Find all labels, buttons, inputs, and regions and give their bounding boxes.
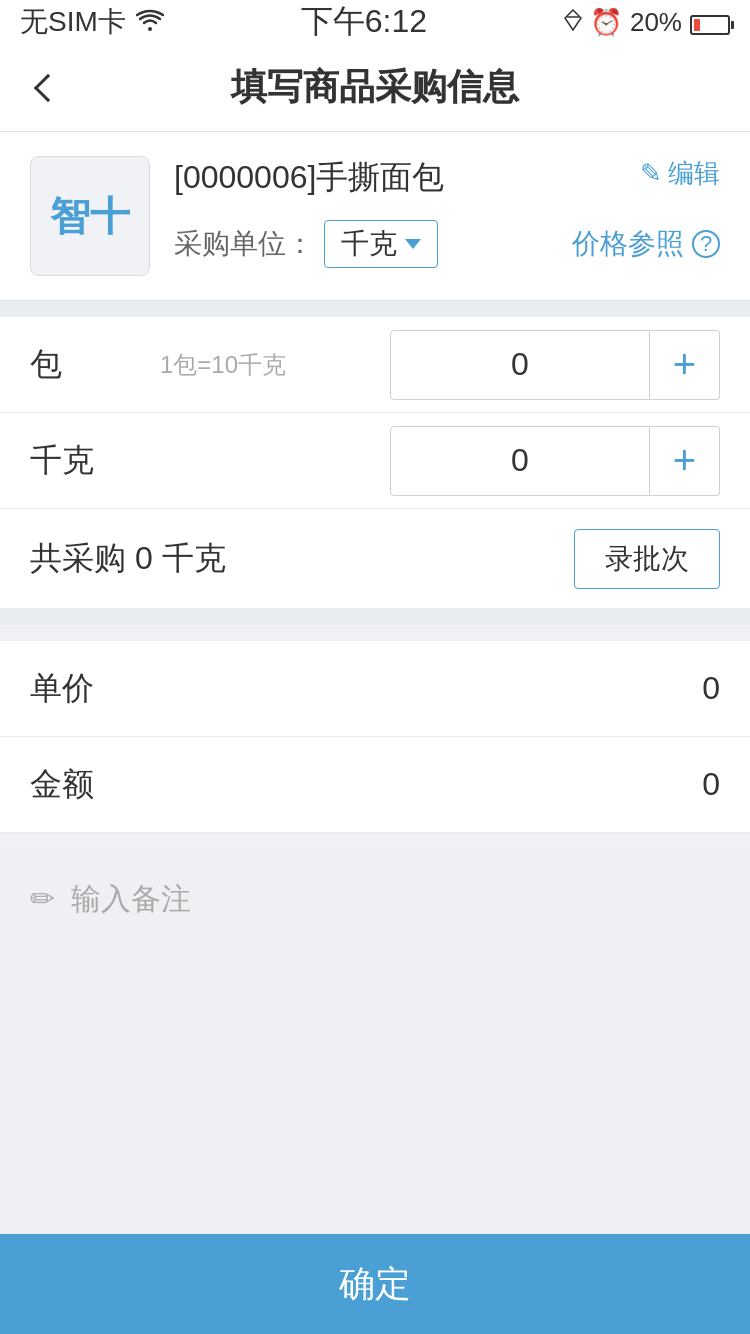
kg-input-right: 0 +	[390, 426, 720, 496]
battery-icon	[690, 7, 730, 38]
purchase-unit-row: 采购单位： 千克 价格参照 ?	[174, 220, 720, 268]
product-info: [0000006]手撕面包 ✎ 编辑 采购单位： 千克 价格参照 ?	[174, 156, 720, 268]
carrier-text: 无SIM卡	[20, 3, 126, 41]
bao-input-field[interactable]: 0	[390, 330, 650, 400]
summary-row: 共采购 0 千克 录批次	[0, 509, 750, 609]
unit-select[interactable]: 千克	[324, 220, 438, 268]
product-name: [0000006]手撕面包	[174, 156, 444, 200]
unit-price-label: 单价	[30, 667, 94, 711]
edit-icon: ✎	[640, 158, 662, 189]
price-ref-button[interactable]: 价格参照 ?	[572, 225, 720, 263]
section-divider-1	[0, 301, 750, 317]
unit-select-arrow-icon	[405, 239, 421, 249]
bao-input-row: 包 1包=10千克 0 +	[0, 317, 750, 413]
product-card: 智十 [0000006]手撕面包 ✎ 编辑 采购单位： 千克	[0, 132, 750, 301]
page-title: 填写商品采购信息	[80, 63, 670, 112]
purchase-unit-label: 采购单位：	[174, 225, 314, 263]
back-arrow-icon	[34, 73, 62, 101]
unit-price-value: 0	[702, 670, 720, 707]
kg-plus-button[interactable]: +	[650, 426, 720, 496]
product-image: 智十	[30, 156, 150, 276]
amount-label: 金额	[30, 763, 94, 807]
amount-row: 金额 0	[0, 737, 750, 833]
remark-placeholder: 输入备注	[71, 879, 191, 920]
pencil-icon: ✏	[30, 881, 55, 916]
product-edit-button[interactable]: ✎ 编辑	[640, 156, 720, 191]
section-divider-2	[0, 609, 750, 625]
bao-plus-button[interactable]: +	[650, 330, 720, 400]
alarm-icon: ⏰	[590, 7, 622, 38]
unit-value: 千克	[341, 225, 397, 263]
status-bar: 无SIM卡 下午6:12 ⏰ 20%	[0, 0, 750, 44]
bao-label: 包	[30, 343, 150, 387]
back-button[interactable]	[0, 44, 80, 132]
remark-section[interactable]: ✏ 输入备注	[0, 849, 750, 1049]
unit-price-row: 单价 0	[0, 641, 750, 737]
location-icon	[564, 7, 582, 38]
status-bar-right: ⏰ 20%	[564, 7, 730, 38]
wifi-icon	[136, 6, 164, 38]
bao-input-right: 0 +	[390, 330, 720, 400]
product-logo: 智十	[50, 189, 130, 244]
product-name-row: [0000006]手撕面包 ✎ 编辑	[174, 156, 720, 200]
confirm-button[interactable]: 确定	[0, 1234, 750, 1334]
status-bar-time: 下午6:12	[301, 0, 427, 44]
status-bar-left: 无SIM卡	[20, 3, 164, 41]
battery-text: 20%	[630, 7, 682, 38]
bao-input-section: 包 1包=10千克 0 + 千克 0 +	[0, 317, 750, 509]
kg-label: 千克	[30, 439, 150, 483]
batch-button[interactable]: 录批次	[574, 529, 720, 589]
nav-bar: 填写商品采购信息	[0, 44, 750, 132]
price-section: 单价 0 金额 0	[0, 641, 750, 833]
kg-input-row: 千克 0 +	[0, 413, 750, 509]
amount-value: 0	[702, 766, 720, 803]
kg-input-field[interactable]: 0	[390, 426, 650, 496]
summary-text: 共采购 0 千克	[30, 537, 226, 581]
bao-sublabel: 1包=10千克	[160, 349, 286, 381]
price-ref-help-icon: ?	[692, 230, 720, 258]
